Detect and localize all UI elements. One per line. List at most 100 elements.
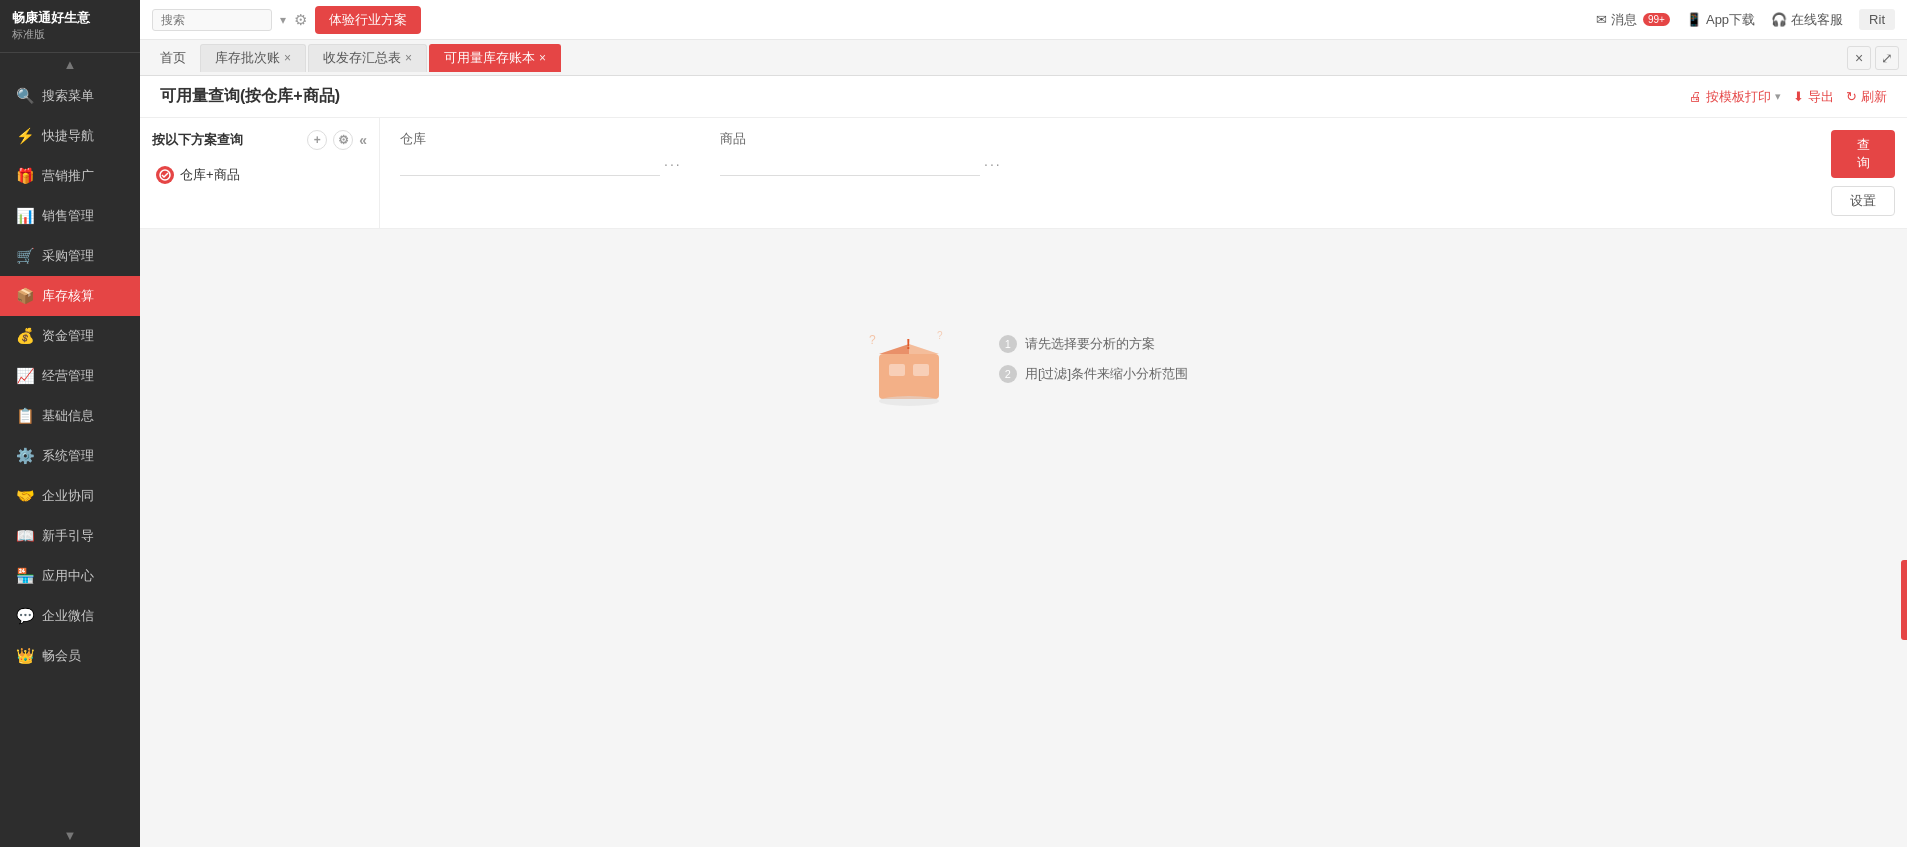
query-actions: 查询 设置 [1819,118,1907,228]
sidebar-item-inventory[interactable]: 📦 库存核算 [0,276,140,316]
quicknav-icon: ⚡ [16,127,34,145]
tab-label: 可用量库存账本 [444,49,535,67]
app-download-icon: 📱 [1686,12,1702,27]
sidebar-item-quicknav[interactable]: ⚡ 快捷导航 [0,116,140,156]
query-button[interactable]: 查询 [1831,130,1895,178]
warehouse-input[interactable] [400,152,660,176]
inventory-icon: 📦 [16,287,34,305]
app-download-label: App下载 [1706,11,1755,29]
sidebar-item-label: 畅会员 [42,647,81,665]
tab-close-icon[interactable]: × [284,51,291,65]
print-template-button[interactable]: 🖨 按模板打印 ▾ [1689,88,1781,106]
topbar-search-input[interactable] [152,9,272,31]
guide-icon: 📖 [16,527,34,545]
scheme-icon [156,166,174,184]
tab-home[interactable]: 首页 [148,43,198,73]
edit-scheme-button[interactable]: ⚙ [333,130,353,150]
svg-text:?: ? [869,333,876,347]
svg-rect-1 [879,354,939,399]
sidebar-item-member[interactable]: 👑 畅会员 [0,636,140,676]
sidebar-item-marketing[interactable]: 🎁 营销推广 [0,156,140,196]
collapse-sidebar-button[interactable]: « [359,132,367,148]
query-fields: 仓库 ··· 商品 ··· [380,118,1819,228]
refresh-button[interactable]: ↻ 刷新 [1846,88,1887,106]
topbar-gear-icon[interactable]: ⚙ [294,11,307,29]
management-icon: 📈 [16,367,34,385]
export-button[interactable]: ⬇ 导出 [1793,88,1834,106]
warehouse-input-group: ··· [400,152,700,176]
page-title: 可用量查询(按仓库+商品) [160,86,340,107]
empty-state: ! ? ? 1 请先选择要分析的方案 2 用[过滤]条件来缩小分析范围 [140,229,1907,489]
tab-receive-summary[interactable]: 收发存汇总表 × [308,44,427,72]
sidebar-item-basics[interactable]: 📋 基础信息 [0,396,140,436]
settings-button[interactable]: 设置 [1831,186,1895,216]
query-sidebar-header: 按以下方案查询 + ⚙ « [140,130,379,158]
goods-label: 商品 [720,130,1020,148]
page-header: 可用量查询(按仓库+商品) 🖨 按模板打印 ▾ ⬇ 导出 ↻ 刷新 [140,76,1907,118]
sidebar-item-collab[interactable]: 🤝 企业协同 [0,476,140,516]
sidebar-logo: 畅康通好生意 标准版 [0,0,140,53]
sidebar-item-label: 企业微信 [42,607,94,625]
wechat-icon: 💬 [16,607,34,625]
svg-marker-3 [909,344,939,354]
svg-point-7 [879,396,939,406]
goods-input-group: ··· [720,152,1020,176]
scheme-item-warehouse-goods[interactable]: 仓库+商品 [140,158,379,192]
topbar-dropdown-arrow[interactable]: ▾ [280,13,286,27]
warehouse-more-button[interactable]: ··· [664,156,682,172]
main-area: ▾ ⚙ 体验行业方案 ✉ 消息 99+ 📱 App下载 🎧 在线客服 Rit 首… [140,0,1907,847]
hint-text-1: 请先选择要分析的方案 [1025,335,1155,353]
message-button[interactable]: ✉ 消息 99+ [1596,11,1670,29]
sidebar-item-label: 应用中心 [42,567,94,585]
tab-available-inventory[interactable]: 可用量库存账本 × [429,44,561,72]
sidebar-item-purchase[interactable]: 🛒 采购管理 [0,236,140,276]
sidebar-item-label: 基础信息 [42,407,94,425]
sidebar-item-guide[interactable]: 📖 新手引导 [0,516,140,556]
sidebar-item-finance[interactable]: 💰 资金管理 [0,316,140,356]
hint-text-2: 用[过滤]条件来缩小分析范围 [1025,365,1188,383]
hint-num-2: 2 [999,365,1017,383]
empty-hints: 1 请先选择要分析的方案 2 用[过滤]条件来缩小分析范围 [999,335,1188,383]
search-icon: 🔍 [16,87,34,105]
print-label: 按模板打印 [1706,88,1771,106]
sidebar-item-label: 搜索菜单 [42,87,94,105]
print-icon: 🖨 [1689,89,1702,104]
tab-close-icon[interactable]: × [405,51,412,65]
sidebar-item-management[interactable]: 📈 经营管理 [0,356,140,396]
goods-more-button[interactable]: ··· [984,156,1002,172]
user-menu[interactable]: Rit [1859,9,1895,30]
sidebar-item-search[interactable]: 🔍 搜索菜单 [0,76,140,116]
sidebar-item-appstore[interactable]: 🏪 应用中心 [0,556,140,596]
scheme-label: 按以下方案查询 [152,131,243,149]
tab-close-icon[interactable]: × [539,51,546,65]
query-area: 按以下方案查询 + ⚙ « 仓库+商品 [140,118,1907,229]
sidebar-scroll-up[interactable]: ▲ [0,53,140,76]
topbar: ▾ ⚙ 体验行业方案 ✉ 消息 99+ 📱 App下载 🎧 在线客服 Rit [140,0,1907,40]
online-service-button[interactable]: 🎧 在线客服 [1771,11,1843,29]
sidebar-item-label: 库存核算 [42,287,94,305]
sidebar-item-label: 快捷导航 [42,127,94,145]
tab-expand-button[interactable]: ⤢ [1875,46,1899,70]
message-icon: ✉ [1596,12,1607,27]
tab-inventory-batch[interactable]: 库存批次账 × [200,44,306,72]
add-scheme-button[interactable]: + [307,130,327,150]
industry-solution-button[interactable]: 体验行业方案 [315,6,421,34]
goods-field: 商品 ··· [720,130,1020,176]
tab-close-all-button[interactable]: × [1847,46,1871,70]
sidebar-item-wechat[interactable]: 💬 企业微信 [0,596,140,636]
sidebar-item-label: 销售管理 [42,207,94,225]
content-area: 可用量查询(按仓库+商品) 🖨 按模板打印 ▾ ⬇ 导出 ↻ 刷新 [140,76,1907,847]
app-download-button[interactable]: 📱 App下载 [1686,11,1755,29]
goods-input[interactable] [720,152,980,176]
svg-marker-2 [879,344,909,354]
svg-text:!: ! [906,336,911,352]
sidebar-item-label: 资金管理 [42,327,94,345]
online-service-label: 在线客服 [1791,11,1843,29]
appstore-icon: 🏪 [16,567,34,585]
service-icon: 🎧 [1771,12,1787,27]
sidebar-nav: 🔍 搜索菜单 ⚡ 快捷导航 🎁 营销推广 📊 销售管理 🛒 采购管理 📦 库存核… [0,76,140,824]
sidebar-scroll-down[interactable]: ▼ [0,824,140,847]
sidebar-item-system[interactable]: ⚙️ 系统管理 [0,436,140,476]
basics-icon: 📋 [16,407,34,425]
sidebar-item-sales[interactable]: 📊 销售管理 [0,196,140,236]
